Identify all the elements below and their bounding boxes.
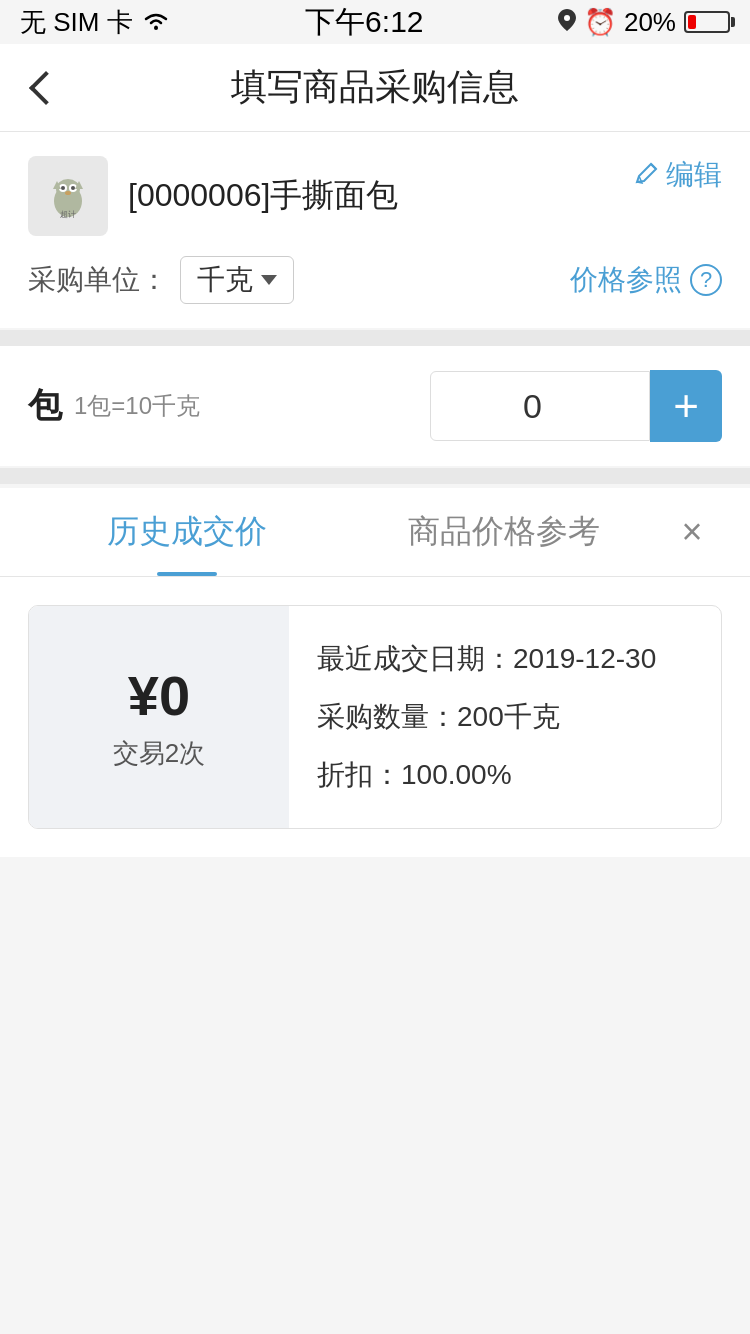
alarm-icon: ⏰	[584, 7, 616, 38]
quantity-plus-button[interactable]: +	[650, 370, 722, 442]
price-recent-date-row: 最近成交日期：2019-12-30	[317, 638, 693, 680]
dropdown-arrow-icon	[261, 275, 277, 285]
svg-text:超计: 超计	[60, 210, 76, 219]
status-left: 无 SIM 卡	[20, 5, 171, 40]
price-discount-row: 折扣：100.00%	[317, 754, 693, 796]
close-icon: ×	[681, 511, 702, 553]
svg-point-8	[65, 191, 71, 195]
price-ref-label: 价格参照	[570, 261, 682, 299]
edit-button[interactable]: 编辑	[634, 156, 722, 194]
quantity-label: 包 1包=10千克	[28, 383, 200, 429]
quantity-input-group: +	[430, 370, 722, 442]
edit-icon	[634, 162, 660, 188]
quantity-row: 包 1包=10千克 +	[0, 346, 750, 466]
svg-point-0	[154, 26, 158, 30]
recent-date-label: 最近成交日期：	[317, 643, 513, 674]
product-left: 超计 [0000006]手撕面包	[28, 156, 398, 236]
discount-value: 100.00%	[401, 759, 512, 790]
purchase-qty-value: 200千克	[457, 701, 560, 732]
main-content: 超计 [0000006]手撕面包 编辑 采购单位： 千克	[0, 132, 750, 1032]
tab-section: 历史成交价 商品价格参考 × ¥0 交易2次 最近成交日期：2019-12-30	[0, 488, 750, 857]
price-card: ¥0 交易2次 最近成交日期：2019-12-30 采购数量：200千克 折扣：…	[28, 605, 722, 829]
tab-product-price-ref-label: 商品价格参考	[408, 510, 600, 554]
time-label: 下午6:12	[305, 2, 423, 43]
unit-select[interactable]: 千克	[180, 256, 294, 304]
product-name: [0000006]手撕面包	[128, 174, 398, 218]
section-divider-2	[0, 468, 750, 484]
help-icon: ?	[690, 264, 722, 296]
section-divider	[0, 330, 750, 346]
svg-point-7	[71, 186, 75, 190]
purchase-qty-label: 采购数量：	[317, 701, 457, 732]
quantity-input[interactable]	[430, 371, 650, 441]
price-times: 交易2次	[113, 736, 205, 771]
owl-icon: 超计	[43, 171, 93, 221]
page-title: 填写商品采购信息	[231, 63, 519, 112]
price-card-right: 最近成交日期：2019-12-30 采购数量：200千克 折扣：100.00%	[289, 606, 721, 828]
status-bar: 无 SIM 卡 下午6:12 ⏰ 20%	[0, 0, 750, 44]
product-thumbnail: 超计	[28, 156, 108, 236]
wifi-icon	[141, 7, 171, 38]
tab-close-button[interactable]: ×	[662, 488, 722, 576]
svg-point-1	[564, 15, 570, 21]
price-card-left: ¥0 交易2次	[29, 606, 289, 828]
price-ref-button[interactable]: 价格参照 ?	[570, 261, 722, 299]
unit-value: 千克	[197, 261, 253, 299]
price-purchase-qty-row: 采购数量：200千克	[317, 696, 693, 738]
tab-history-price-label: 历史成交价	[107, 510, 267, 554]
product-header: 超计 [0000006]手撕面包 编辑	[28, 156, 722, 236]
carrier-label: 无 SIM 卡	[20, 5, 133, 40]
unit-label: 采购单位：	[28, 261, 168, 299]
price-cards: ¥0 交易2次 最近成交日期：2019-12-30 采购数量：200千克 折扣：…	[0, 577, 750, 857]
tab-history-price[interactable]: 历史成交价	[28, 488, 345, 576]
status-right: ⏰ 20%	[558, 7, 730, 38]
plus-icon: +	[673, 381, 699, 431]
battery-icon	[684, 11, 730, 33]
price-amount: ¥0	[128, 663, 190, 728]
product-unit-row: 采购单位： 千克 价格参照 ?	[28, 256, 722, 304]
navbar: 填写商品采购信息	[0, 44, 750, 132]
recent-date-value: 2019-12-30	[513, 643, 656, 674]
tab-bar: 历史成交价 商品价格参考 ×	[0, 488, 750, 577]
product-card: 超计 [0000006]手撕面包 编辑 采购单位： 千克	[0, 132, 750, 328]
battery-percent: 20%	[624, 7, 676, 38]
back-arrow-icon	[29, 71, 63, 105]
tab-product-price-ref[interactable]: 商品价格参考	[345, 488, 662, 576]
edit-label: 编辑	[666, 156, 722, 194]
back-button[interactable]	[0, 44, 80, 132]
svg-point-6	[61, 186, 65, 190]
quantity-conversion: 1包=10千克	[74, 390, 200, 422]
discount-label: 折扣：	[317, 759, 401, 790]
quantity-unit: 包	[28, 383, 62, 429]
location-icon	[558, 7, 576, 38]
